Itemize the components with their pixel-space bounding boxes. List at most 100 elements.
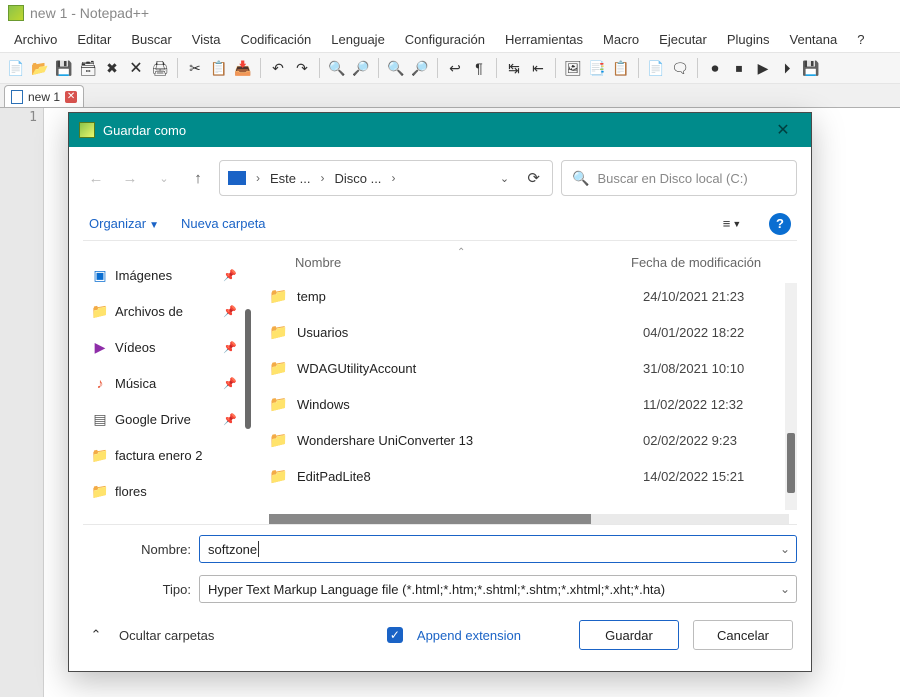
tb-misc4-icon[interactable]: 📄 bbox=[646, 58, 666, 78]
file-row[interactable]: 📁Wondershare UniConverter 1302/02/2022 9… bbox=[261, 422, 797, 458]
menu-help[interactable]: ? bbox=[847, 28, 874, 51]
menu-vista[interactable]: Vista bbox=[182, 28, 231, 51]
horizontal-scrollbar[interactable] bbox=[269, 514, 789, 524]
file-row[interactable]: 📁Windows11/02/2022 12:32 bbox=[261, 386, 797, 422]
tb-savemacro-icon[interactable]: 💾 bbox=[801, 58, 821, 78]
app-toolbar: 📄 📂 💾 🗃 ✖ 🗙 🖨 ✂ 📋 📥 ↶ ↷ 🔍 🔎 🔍 🔎 ↩ ¶ ↹ ⇤ … bbox=[0, 52, 900, 84]
chevron-right-icon[interactable]: › bbox=[387, 171, 399, 185]
menu-buscar[interactable]: Buscar bbox=[121, 28, 181, 51]
dialog-title: Guardar como bbox=[103, 123, 186, 138]
sidebar-item-videos[interactable]: ▶Vídeos📌 bbox=[91, 329, 243, 365]
breadcrumb-dropdown-icon[interactable]: ⌄ bbox=[491, 165, 517, 191]
tb-zoomout-icon[interactable]: 🔎 bbox=[410, 58, 430, 78]
tb-stop-icon[interactable]: ⏹ bbox=[729, 58, 749, 78]
scrollbar-thumb[interactable] bbox=[787, 433, 795, 493]
folder-icon: 📁 bbox=[269, 395, 287, 413]
vertical-scrollbar[interactable] bbox=[785, 283, 797, 510]
tb-saveall-icon[interactable]: 🗃 bbox=[78, 58, 98, 78]
sidebar-item-imagenes[interactable]: ▣Imágenes📌 bbox=[91, 257, 243, 293]
scrollbar-thumb[interactable] bbox=[269, 514, 591, 524]
hide-folders-toggle[interactable]: Ocultar carpetas bbox=[119, 628, 214, 643]
search-input[interactable]: 🔍 Buscar en Disco local (C:) bbox=[561, 160, 797, 196]
menu-plugins[interactable]: Plugins bbox=[717, 28, 780, 51]
dropdown-icon[interactable]: ⌄ bbox=[780, 582, 790, 596]
sidebar-item-flores[interactable]: 📁flores bbox=[91, 473, 243, 509]
refresh-icon[interactable]: ⟳ bbox=[523, 169, 544, 187]
sidebar-item-archivos[interactable]: 📁Archivos de📌 bbox=[91, 293, 243, 329]
menu-configuracion[interactable]: Configuración bbox=[395, 28, 495, 51]
tb-copy-icon[interactable]: 📋 bbox=[209, 58, 229, 78]
tb-save-icon[interactable]: 💾 bbox=[54, 58, 74, 78]
file-row[interactable]: 📁EditPadLite814/02/2022 15:21 bbox=[261, 458, 797, 494]
tb-new-icon[interactable]: 📄 bbox=[6, 58, 26, 78]
tab-close-icon[interactable]: ✕ bbox=[65, 91, 77, 103]
cancel-button[interactable]: Cancelar bbox=[693, 620, 793, 650]
menu-codificacion[interactable]: Codificación bbox=[230, 28, 321, 51]
view-mode-button[interactable]: ≡ ▼ bbox=[717, 211, 747, 237]
tb-print-icon[interactable]: 🖨 bbox=[150, 58, 170, 78]
help-button[interactable]: ? bbox=[769, 213, 791, 235]
breadcrumb[interactable]: › Este ... › Disco ... › ⌄ ⟳ bbox=[219, 160, 553, 196]
menu-ejecutar[interactable]: Ejecutar bbox=[649, 28, 717, 51]
tb-record-icon[interactable]: ⏺ bbox=[705, 58, 725, 78]
chevron-right-icon[interactable]: › bbox=[316, 171, 328, 185]
sidebar-item-gdrive[interactable]: ▤Google Drive📌 bbox=[91, 401, 243, 437]
sidebar-item-factura[interactable]: 📁factura enero 2 bbox=[91, 437, 243, 473]
new-folder-button[interactable]: Nueva carpeta bbox=[181, 216, 266, 231]
tb-indent-icon[interactable]: ↹ bbox=[504, 58, 524, 78]
tb-playfast-icon[interactable]: ⏵ bbox=[777, 58, 797, 78]
menu-archivo[interactable]: Archivo bbox=[4, 28, 67, 51]
menu-macro[interactable]: Macro bbox=[593, 28, 649, 51]
tb-misc2-icon[interactable]: 📑 bbox=[587, 58, 607, 78]
sidebar-item-musica[interactable]: ♪Música📌 bbox=[91, 365, 243, 401]
tb-close-icon[interactable]: ✖ bbox=[102, 58, 122, 78]
menu-ventana[interactable]: Ventana bbox=[780, 28, 848, 51]
menu-herramientas[interactable]: Herramientas bbox=[495, 28, 593, 51]
column-date[interactable]: Fecha de modificación bbox=[631, 255, 797, 270]
tb-outdent-icon[interactable]: ⇤ bbox=[528, 58, 548, 78]
organize-menu[interactable]: Organizar▼ bbox=[89, 216, 159, 231]
tb-find-icon[interactable]: 🔍 bbox=[327, 58, 347, 78]
file-row[interactable]: 📁temp24/10/2021 21:23 bbox=[261, 278, 797, 314]
filetype-select[interactable]: Hyper Text Markup Language file (*.html;… bbox=[199, 575, 797, 603]
dropdown-icon[interactable]: ⌄ bbox=[780, 542, 790, 556]
tb-closeall-icon[interactable]: 🗙 bbox=[126, 58, 146, 78]
tb-replace-icon[interactable]: 🔎 bbox=[351, 58, 371, 78]
nav-back-icon[interactable]: ← bbox=[83, 165, 109, 191]
tb-open-icon[interactable]: 📂 bbox=[30, 58, 50, 78]
tab-new1[interactable]: new 1 ✕ bbox=[4, 85, 84, 107]
tb-wrap-icon[interactable]: ↩ bbox=[445, 58, 465, 78]
scrollbar-thumb[interactable] bbox=[245, 309, 251, 429]
crumb-este-equipo[interactable]: Este ... bbox=[270, 171, 310, 186]
menu-editar[interactable]: Editar bbox=[67, 28, 121, 51]
chevron-up-icon[interactable]: ⌃ bbox=[87, 627, 105, 643]
append-extension-checkbox[interactable]: ✓ bbox=[387, 627, 403, 643]
tb-misc5-icon[interactable]: 🗨 bbox=[670, 58, 690, 78]
pin-icon: 📌 bbox=[223, 341, 237, 354]
chevron-right-icon[interactable]: › bbox=[252, 171, 264, 185]
filename-input[interactable]: softzone ⌄ bbox=[199, 535, 797, 563]
nav-recent-icon[interactable]: ⌄ bbox=[151, 165, 177, 191]
tb-zoomin-icon[interactable]: 🔍 bbox=[386, 58, 406, 78]
nav-up-icon[interactable]: ↑ bbox=[185, 165, 211, 191]
file-row[interactable]: 📁Usuarios04/01/2022 18:22 bbox=[261, 314, 797, 350]
tb-misc3-icon[interactable]: 📋 bbox=[611, 58, 631, 78]
tb-misc1-icon[interactable]: 🖼 bbox=[563, 58, 583, 78]
tb-cut-icon[interactable]: ✂ bbox=[185, 58, 205, 78]
file-row[interactable]: 📁WDAGUtilityAccount31/08/2021 10:10 bbox=[261, 350, 797, 386]
append-extension-label[interactable]: Append extension bbox=[417, 628, 521, 643]
sidebar-scrollbar[interactable] bbox=[243, 249, 253, 524]
menu-lenguaje[interactable]: Lenguaje bbox=[321, 28, 395, 51]
dialog-titlebar[interactable]: Guardar como ✕ bbox=[69, 113, 811, 147]
nav-forward-icon[interactable]: → bbox=[117, 165, 143, 191]
crumb-disco-local[interactable]: Disco ... bbox=[334, 171, 381, 186]
tb-paste-icon[interactable]: 📥 bbox=[233, 58, 253, 78]
tb-undo-icon[interactable]: ↶ bbox=[268, 58, 288, 78]
tb-allchars-icon[interactable]: ¶ bbox=[469, 58, 489, 78]
tb-redo-icon[interactable]: ↷ bbox=[292, 58, 312, 78]
pc-icon bbox=[228, 171, 246, 185]
save-button[interactable]: Guardar bbox=[579, 620, 679, 650]
tb-play-icon[interactable]: ▶ bbox=[753, 58, 773, 78]
dialog-close-button[interactable]: ✕ bbox=[765, 116, 801, 144]
drive-icon: ▤ bbox=[91, 411, 109, 427]
